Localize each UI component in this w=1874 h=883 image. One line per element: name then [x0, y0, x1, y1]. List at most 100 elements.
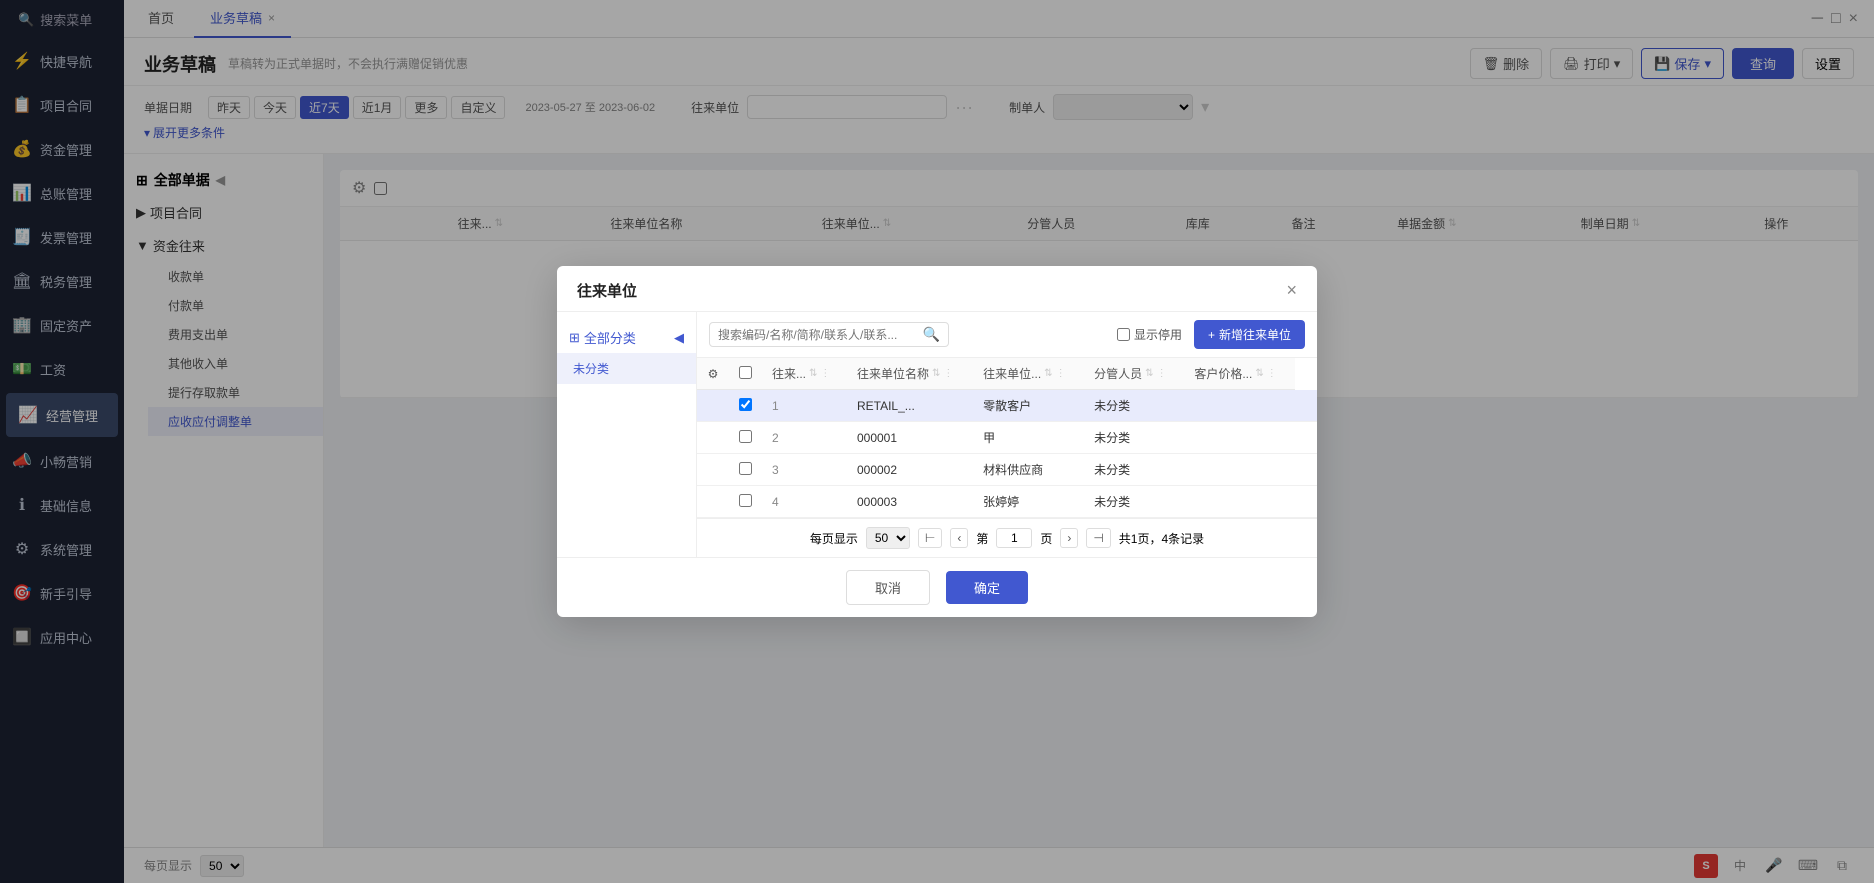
row-category: 未分类	[1084, 390, 1184, 422]
row-category: 未分类	[1084, 454, 1184, 486]
row-checkbox[interactable]	[739, 398, 752, 411]
row-code: RETAIL_...	[847, 390, 973, 422]
add-icon: +	[1208, 328, 1215, 342]
row-checkbox-cell[interactable]	[729, 422, 762, 454]
col-manager-header[interactable]: 分管人员 ⇅ ⋮	[1084, 358, 1184, 390]
row-id: 3	[762, 454, 847, 486]
add-label: 新增往来单位	[1219, 326, 1291, 343]
row-name: 材料供应商	[973, 454, 1084, 486]
row-name: 零散客户	[973, 390, 1084, 422]
confirm-button[interactable]: 确定	[946, 571, 1028, 604]
dialog-table: ⚙ 往来... ⇅ ⋮	[697, 358, 1317, 518]
dialog-table-row[interactable]: 4 000003 张婷婷 未分类	[697, 486, 1317, 518]
row-checkbox-cell[interactable]	[729, 486, 762, 518]
dialog-title: 往来单位	[577, 280, 637, 301]
row-price	[1295, 390, 1317, 422]
row-manager	[1184, 454, 1295, 486]
row-code: 000001	[847, 422, 973, 454]
row-manager	[1184, 390, 1295, 422]
row-checkbox-cell[interactable]	[729, 454, 762, 486]
dialog-footer: 取消 确定	[557, 557, 1317, 617]
page-unit: 页	[1040, 530, 1052, 547]
row-price	[1295, 454, 1317, 486]
col-config[interactable]: ⚙	[697, 358, 729, 390]
row-checkbox[interactable]	[739, 430, 752, 443]
customer-search-box[interactable]: 🔍	[709, 322, 949, 347]
customer-search-input[interactable]	[718, 328, 919, 342]
add-customer-button[interactable]: + 新增往来单位	[1194, 320, 1305, 349]
row-code: 000003	[847, 486, 973, 518]
row-id: 1	[762, 390, 847, 422]
col-manager-label: 分管人员	[1094, 365, 1142, 382]
code-sort-icon: ⇅	[809, 368, 817, 379]
dialog-header: 往来单位 ×	[557, 266, 1317, 312]
row-checkbox[interactable]	[739, 494, 752, 507]
dialog-table-row[interactable]: 3 000002 材料供应商 未分类	[697, 454, 1317, 486]
dialog-left-item-unclassified[interactable]: 未分类	[557, 353, 696, 384]
row-name: 张婷婷	[973, 486, 1084, 518]
search-icon: 🔍	[923, 326, 940, 343]
row-price	[1295, 486, 1317, 518]
per-page-label: 每页显示	[810, 530, 858, 547]
row-id: 4	[762, 486, 847, 518]
manager-sort-icon: ⇅	[1145, 368, 1153, 379]
customer-dialog: 往来单位 × ⊞ 全部分类 ◀ 未分类	[557, 266, 1317, 617]
collapse-left-icon[interactable]: ◀	[674, 330, 684, 346]
col-price-label: 客户价格...	[1194, 365, 1252, 382]
col-check	[729, 358, 762, 390]
show-disabled-label[interactable]: 显示停用	[1117, 326, 1182, 343]
next-page-button[interactable]: ›	[1060, 528, 1078, 548]
row-category: 未分类	[1084, 422, 1184, 454]
dialog-left-panel: ⊞ 全部分类 ◀ 未分类	[557, 312, 697, 557]
price-filter-icon[interactable]: ⋮	[1267, 368, 1277, 379]
last-page-button[interactable]: ⊣	[1086, 528, 1110, 548]
row-checkbox-cell[interactable]	[729, 390, 762, 422]
cat-filter-icon[interactable]: ⋮	[1056, 368, 1066, 379]
dialog-table-row[interactable]: 1 RETAIL_... 零散客户 未分类	[697, 390, 1317, 422]
price-sort-icon: ⇅	[1255, 368, 1263, 379]
first-page-button[interactable]: ⊢	[918, 528, 942, 548]
row-code: 000002	[847, 454, 973, 486]
dialog-pagination: 每页显示 50 ⊢ ‹ 第 页 › ⊣ 共1页，4条记录	[697, 518, 1317, 557]
grid-icon: ⊞	[569, 330, 580, 346]
page-number-input[interactable]	[996, 528, 1032, 548]
dialog-table-wrap: ⚙ 往来... ⇅ ⋮	[697, 358, 1317, 518]
all-category-label: 全部分类	[584, 328, 636, 347]
dialog-toolbar: 🔍 显示停用 + 新增往来单位	[697, 312, 1317, 358]
dialog-close-button[interactable]: ×	[1286, 280, 1297, 301]
row-config	[697, 422, 729, 454]
col-price-header[interactable]: 客户价格... ⇅ ⋮	[1184, 358, 1295, 390]
dialog-body: ⊞ 全部分类 ◀ 未分类 🔍	[557, 312, 1317, 557]
row-manager	[1184, 422, 1295, 454]
col-name-label: 往来单位名称	[857, 365, 929, 382]
dialog-overlay: 往来单位 × ⊞ 全部分类 ◀ 未分类	[0, 0, 1874, 883]
row-checkbox[interactable]	[739, 462, 752, 475]
col-category-header[interactable]: 往来单位... ⇅ ⋮	[973, 358, 1084, 390]
name-sort-icon: ⇅	[932, 368, 940, 379]
unclassified-label: 未分类	[573, 362, 609, 376]
show-disabled-checkbox[interactable]	[1117, 328, 1130, 341]
toolbar-right: 显示停用 + 新增往来单位	[1117, 320, 1305, 349]
row-manager	[1184, 486, 1295, 518]
per-page-select[interactable]: 50	[866, 527, 910, 549]
total-info: 共1页，4条记录	[1119, 530, 1204, 547]
dialog-left-title: ⊞ 全部分类 ◀	[557, 322, 696, 353]
show-disabled-text: 显示停用	[1134, 326, 1182, 343]
name-filter-icon[interactable]: ⋮	[943, 368, 953, 379]
row-name: 甲	[973, 422, 1084, 454]
row-config	[697, 390, 729, 422]
prev-page-button[interactable]: ‹	[950, 528, 968, 548]
cancel-button[interactable]: 取消	[846, 570, 930, 605]
row-id: 2	[762, 422, 847, 454]
col-code-label: 往来...	[772, 365, 806, 382]
dialog-select-all[interactable]	[739, 366, 752, 379]
dialog-table-row[interactable]: 2 000001 甲 未分类	[697, 422, 1317, 454]
code-filter-icon[interactable]: ⋮	[820, 368, 830, 379]
col-category-label: 往来单位...	[983, 365, 1041, 382]
dialog-right-panel: 🔍 显示停用 + 新增往来单位	[697, 312, 1317, 557]
cat-sort-icon: ⇅	[1044, 368, 1052, 379]
row-config	[697, 486, 729, 518]
col-code-header[interactable]: 往来... ⇅ ⋮	[762, 358, 847, 390]
manager-filter-icon[interactable]: ⋮	[1157, 368, 1167, 379]
col-name-header[interactable]: 往来单位名称 ⇅ ⋮	[847, 358, 973, 390]
